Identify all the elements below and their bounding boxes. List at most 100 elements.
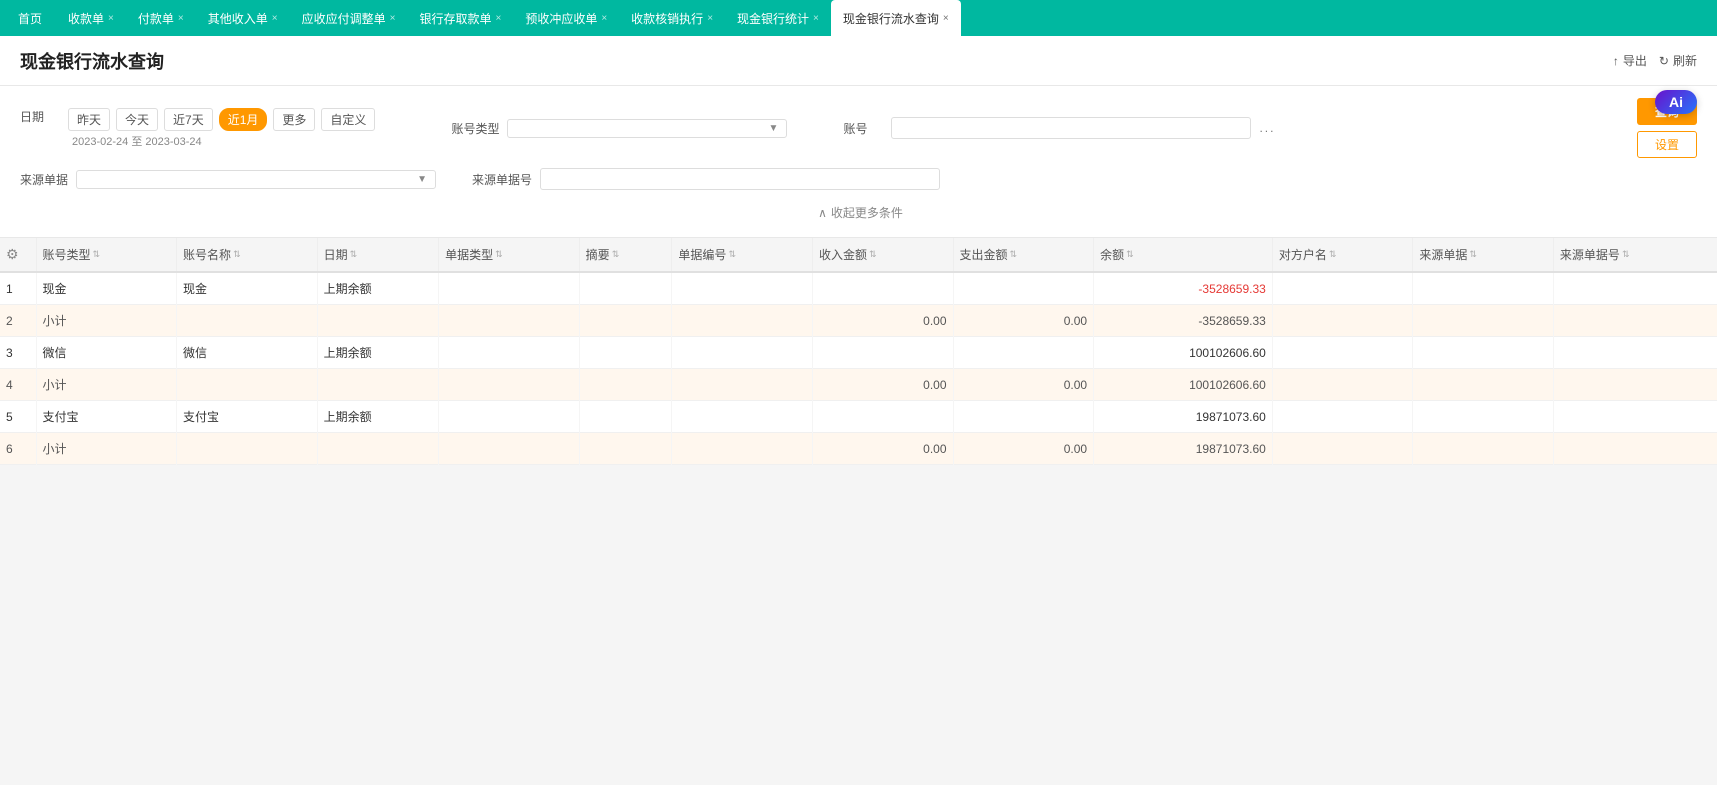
table-cell xyxy=(579,369,672,401)
export-button[interactable]: ↑ 导出 xyxy=(1613,52,1647,69)
close-icon[interactable]: × xyxy=(495,13,501,24)
nav-tab-4[interactable]: 银行存取款单 × xyxy=(407,0,513,36)
ai-badge[interactable]: Ai xyxy=(1655,90,1697,114)
date-btn-custom[interactable]: 自定义 xyxy=(321,108,375,131)
account-filter: 账号 ... xyxy=(843,117,1275,139)
table-cell xyxy=(1413,401,1554,433)
table-cell xyxy=(579,401,672,433)
th-income[interactable]: 收入金额⇅ xyxy=(812,238,953,272)
source-doc-no-input[interactable] xyxy=(540,168,940,190)
settings-button[interactable]: 设置 xyxy=(1637,131,1697,158)
account-input[interactable] xyxy=(891,117,1251,139)
date-btn-today[interactable]: 今天 xyxy=(116,108,158,131)
th-balance[interactable]: 余额⇅ xyxy=(1094,238,1273,272)
collapse-bar[interactable]: ∧ 收起更多条件 xyxy=(20,200,1697,229)
th-source-doc-no[interactable]: 来源单据号⇅ xyxy=(1553,238,1717,272)
table-row: 1现金现金上期余额-3528659.33 xyxy=(0,272,1717,305)
sort-icon: ⇅ xyxy=(350,249,358,260)
refresh-button[interactable]: ↻ 刷新 xyxy=(1659,52,1697,69)
date-label: 日期 xyxy=(20,108,60,125)
th-date[interactable]: 日期⇅ xyxy=(317,238,439,272)
table-cell xyxy=(317,369,439,401)
table-cell xyxy=(1272,433,1413,465)
source-doc-select[interactable]: ▼ xyxy=(76,170,436,189)
table-cell: 小计 xyxy=(36,305,177,337)
table-cell xyxy=(1272,369,1413,401)
table-row: 6小计0.000.0019871073.60 xyxy=(0,433,1717,465)
table-cell xyxy=(579,272,672,305)
date-range-text: 2023-02-24 至 2023-03-24 xyxy=(72,133,375,149)
source-doc-filter: 来源单据 ▼ xyxy=(20,170,436,189)
close-icon[interactable]: × xyxy=(178,13,184,24)
table-cell xyxy=(1553,337,1717,369)
th-account-type[interactable]: 账号类型⇅ xyxy=(36,238,177,272)
table-cell xyxy=(177,433,318,465)
table-cell: 0.00 xyxy=(953,369,1094,401)
table-cell xyxy=(439,337,580,369)
sort-icon: ⇅ xyxy=(93,249,101,260)
nav-tab-1[interactable]: 付款单 × xyxy=(126,0,196,36)
account-type-select[interactable]: ▼ xyxy=(507,119,787,138)
th-summary[interactable]: 摘要⇅ xyxy=(579,238,672,272)
table-row: 2小计0.000.00-3528659.33 xyxy=(0,305,1717,337)
table-cell: 现金 xyxy=(36,272,177,305)
th-account-name[interactable]: 账号名称⇅ xyxy=(177,238,318,272)
table-header-row: ⚙ 账号类型⇅ 账号名称⇅ 日期⇅ 单据类型⇅ 摘要⇅ 单据编号 xyxy=(0,238,1717,272)
nav-tab-8[interactable]: 现金银行流水查询 × xyxy=(831,0,961,36)
page-title: 现金银行流水查询 xyxy=(20,48,164,74)
table-cell xyxy=(672,401,813,433)
table-cell xyxy=(672,272,813,305)
date-btn-yesterday[interactable]: 昨天 xyxy=(68,108,110,131)
table-cell xyxy=(672,305,813,337)
table-cell xyxy=(1553,369,1717,401)
table-cell xyxy=(953,272,1094,305)
gear-icon[interactable]: ⚙ xyxy=(6,246,19,262)
close-icon[interactable]: × xyxy=(390,13,396,24)
page-header: 现金银行流水查询 ↑ 导出 ↻ 刷新 xyxy=(0,36,1717,86)
nav-tab-0[interactable]: 收款单 × xyxy=(56,0,126,36)
table-cell: 0.00 xyxy=(953,433,1094,465)
close-icon[interactable]: × xyxy=(272,13,278,24)
table-cell xyxy=(579,433,672,465)
table-cell: 100102606.60 xyxy=(1094,337,1273,369)
table-cell: -3528659.33 xyxy=(1094,272,1273,305)
nav-tab-2[interactable]: 其他收入单 × xyxy=(196,0,290,36)
date-btn-more[interactable]: 更多 xyxy=(273,108,315,131)
nav-tab-6[interactable]: 收款核销执行 × xyxy=(619,0,725,36)
table-cell: 0.00 xyxy=(812,305,953,337)
table-cell xyxy=(1553,272,1717,305)
account-more-button[interactable]: ... xyxy=(1259,121,1275,135)
sort-icon: ⇅ xyxy=(1010,249,1018,260)
close-icon[interactable]: × xyxy=(601,13,607,24)
source-doc-label: 来源单据 xyxy=(20,171,68,188)
nav-home[interactable]: 首页 xyxy=(4,10,56,27)
th-expense[interactable]: 支出金额⇅ xyxy=(953,238,1094,272)
table-cell xyxy=(1413,272,1554,305)
table-cell: 0.00 xyxy=(812,433,953,465)
table-cell xyxy=(579,337,672,369)
th-doc-type[interactable]: 单据类型⇅ xyxy=(439,238,580,272)
th-counterpart[interactable]: 对方户名⇅ xyxy=(1272,238,1413,272)
table-cell xyxy=(672,369,813,401)
table-cell: 0.00 xyxy=(812,369,953,401)
close-icon[interactable]: × xyxy=(813,13,819,24)
sort-icon: ⇅ xyxy=(495,249,503,260)
nav-tab-7[interactable]: 现金银行统计 × xyxy=(725,0,831,36)
date-btn-7days[interactable]: 近7天 xyxy=(164,108,213,131)
table-cell xyxy=(1272,401,1413,433)
th-doc-no[interactable]: 单据编号⇅ xyxy=(672,238,813,272)
table-cell: 4 xyxy=(0,369,36,401)
date-btn-1month[interactable]: 近1月 xyxy=(219,108,268,131)
table-cell: 5 xyxy=(0,401,36,433)
table-cell xyxy=(672,337,813,369)
nav-tab-5[interactable]: 预收冲应收单 × xyxy=(513,0,619,36)
close-icon[interactable]: × xyxy=(943,13,949,24)
th-source-doc[interactable]: 来源单据⇅ xyxy=(1413,238,1554,272)
account-type-label: 账号类型 xyxy=(451,120,499,137)
nav-tab-3[interactable]: 应收应付调整单 × xyxy=(290,0,408,36)
close-icon[interactable]: × xyxy=(707,13,713,24)
account-label: 账号 xyxy=(843,120,883,137)
close-icon[interactable]: × xyxy=(108,13,114,24)
table-row: 5支付宝支付宝上期余额19871073.60 xyxy=(0,401,1717,433)
table-cell: 支付宝 xyxy=(36,401,177,433)
